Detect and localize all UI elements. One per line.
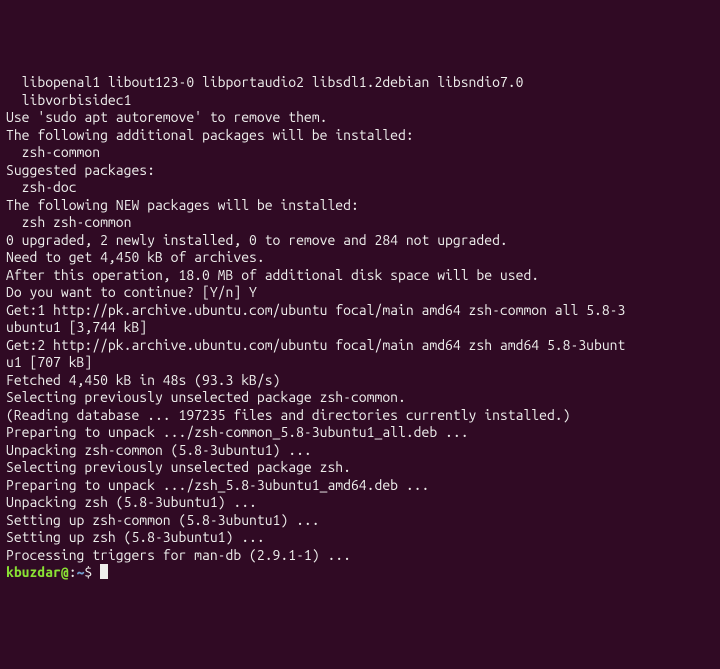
terminal-line: Do you want to continue? [Y/n] Y: [6, 284, 714, 302]
terminal-line: zsh zsh-common: [6, 214, 714, 232]
terminal-line: Suggested packages:: [6, 162, 714, 180]
terminal-line: 0 upgraded, 2 newly installed, 0 to remo…: [6, 232, 714, 250]
prompt-line[interactable]: kbuzdar@:~$: [6, 564, 714, 582]
terminal-line: Unpacking zsh (5.8-3ubuntu1) ...: [6, 494, 714, 512]
terminal-line: u1 [707 kB]: [6, 354, 714, 372]
terminal-line: Fetched 4,450 kB in 48s (93.3 kB/s): [6, 372, 714, 390]
terminal-line: Get:1 http://pk.archive.ubuntu.com/ubunt…: [6, 302, 714, 320]
terminal-line: Get:2 http://pk.archive.ubuntu.com/ubunt…: [6, 337, 714, 355]
terminal-output: libopenal1 libout123-0 libportaudio2 lib…: [6, 74, 714, 564]
terminal-line: zsh-doc: [6, 179, 714, 197]
terminal-line: Selecting previously unselected package …: [6, 389, 714, 407]
terminal-line: (Reading database ... 197235 files and d…: [6, 407, 714, 425]
terminal-line: ubuntu1 [3,744 kB]: [6, 319, 714, 337]
prompt-sep: :: [69, 564, 77, 580]
terminal-line: Preparing to unpack .../zsh-common_5.8-3…: [6, 424, 714, 442]
terminal-line: libopenal1 libout123-0 libportaudio2 lib…: [6, 74, 714, 92]
terminal-line: Preparing to unpack .../zsh_5.8-3ubuntu1…: [6, 477, 714, 495]
prompt-path: ~: [77, 564, 85, 580]
terminal-line: After this operation, 18.0 MB of additio…: [6, 267, 714, 285]
terminal-line: Unpacking zsh-common (5.8-3ubuntu1) ...: [6, 442, 714, 460]
terminal-line: Selecting previously unselected package …: [6, 459, 714, 477]
terminal-line: The following additional packages will b…: [6, 127, 714, 145]
cursor: [100, 564, 108, 579]
terminal-line: Need to get 4,450 kB of archives.: [6, 249, 714, 267]
prompt-user: kbuzdar@: [6, 564, 69, 580]
terminal-line: Processing triggers for man-db (2.9.1-1)…: [6, 547, 714, 565]
terminal-line: Use 'sudo apt autoremove' to remove them…: [6, 109, 714, 127]
terminal-line: zsh-common: [6, 144, 714, 162]
terminal-line: libvorbisidec1: [6, 92, 714, 110]
terminal-line: Setting up zsh-common (5.8-3ubuntu1) ...: [6, 512, 714, 530]
terminal-line: The following NEW packages will be insta…: [6, 197, 714, 215]
prompt-end: $: [84, 564, 100, 580]
